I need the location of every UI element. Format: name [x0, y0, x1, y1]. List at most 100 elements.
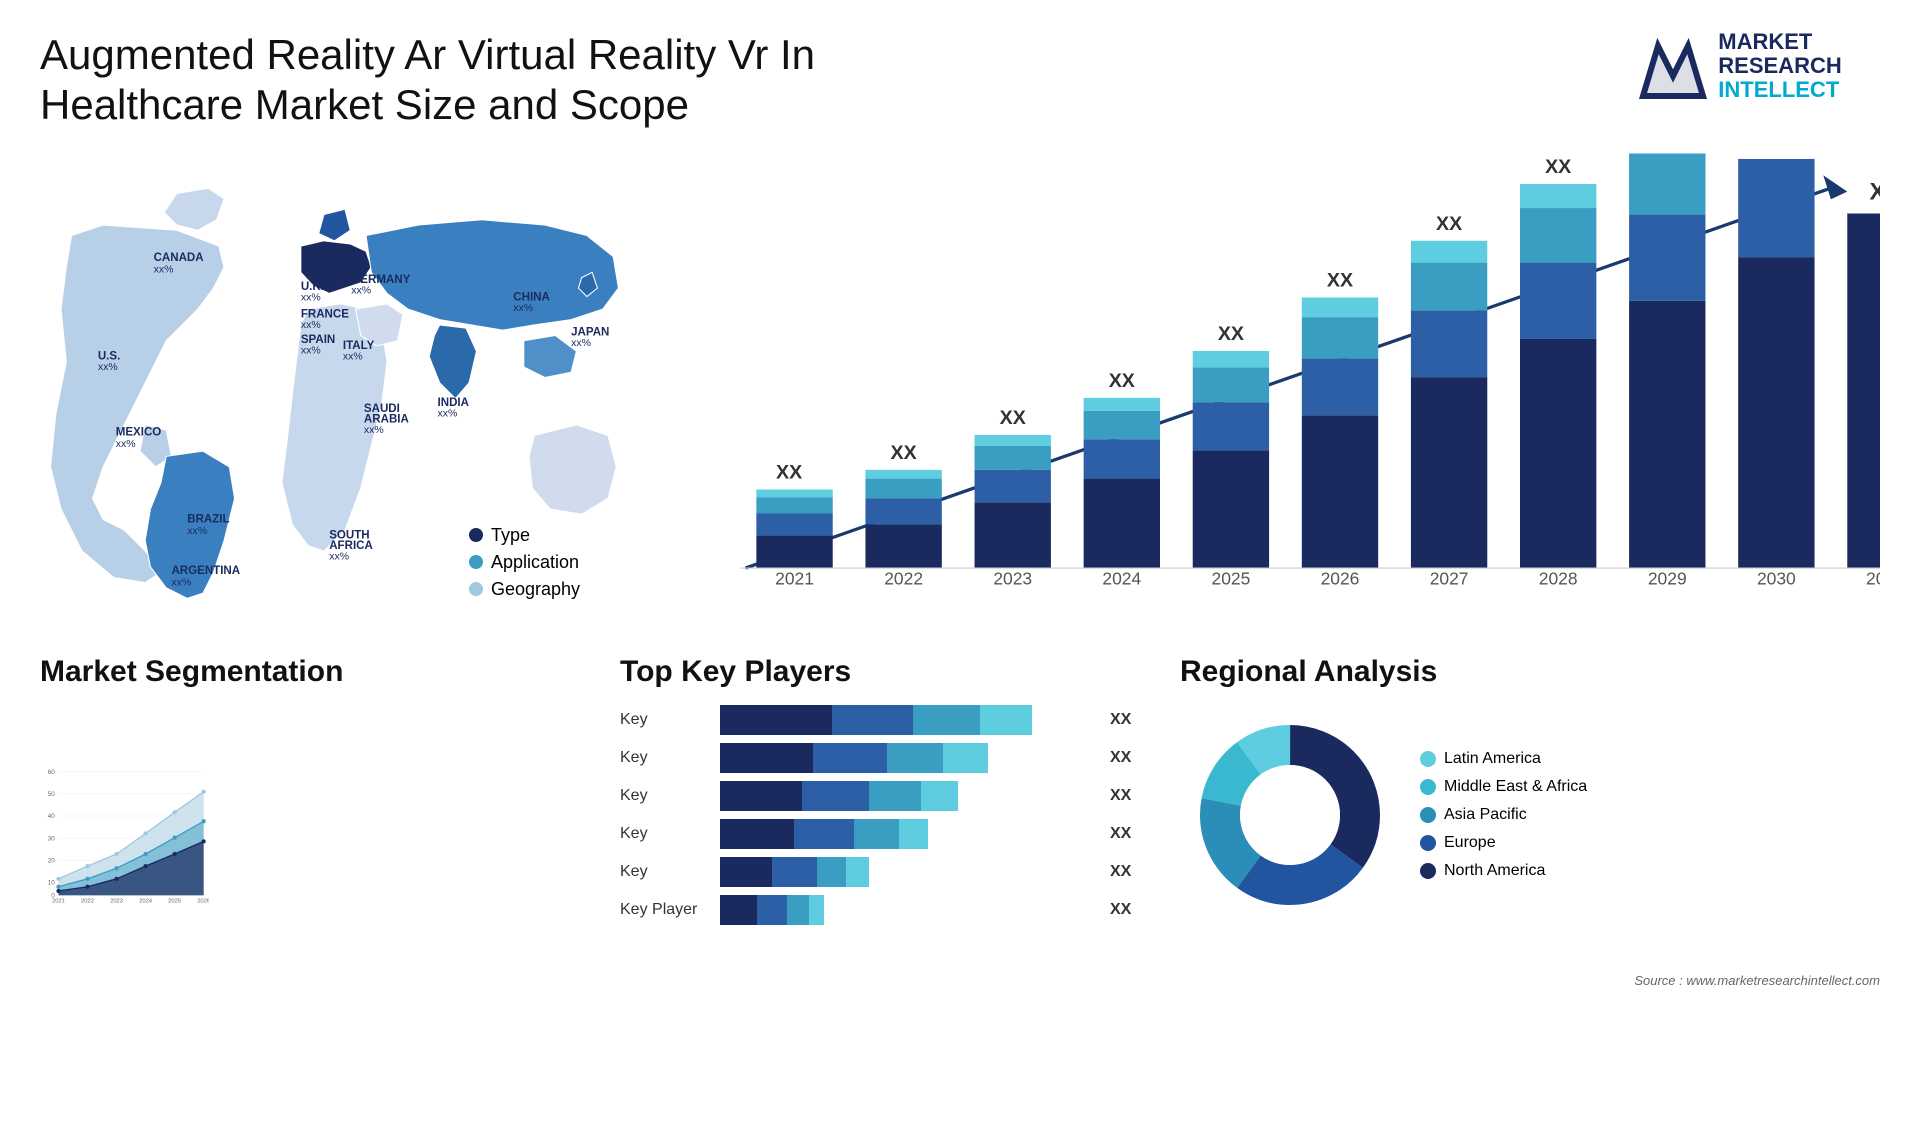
svg-text:20: 20: [48, 857, 56, 864]
map-val-italy: xx%: [343, 350, 363, 362]
map-label-argentina: ARGENTINA: [171, 565, 240, 577]
player-row-1: Key XX: [620, 705, 1140, 735]
map-val-uk: xx%: [301, 292, 321, 304]
svg-text:2026: 2026: [197, 898, 209, 904]
player-bar-2-seg1: [720, 743, 813, 773]
legend-north-america: North America: [1420, 862, 1587, 880]
player-value-5: XX: [1110, 863, 1140, 881]
player-bar-5-seg2: [772, 857, 817, 887]
source-text: Source : www.marketresearchintellect.com: [0, 965, 1920, 988]
player-bar-1-seg1: [720, 705, 832, 735]
svg-text:2022: 2022: [81, 898, 94, 904]
map-val-canada: xx%: [154, 263, 174, 275]
player-row-3: Key XX: [620, 781, 1140, 811]
map-val-safrica: xx%: [329, 550, 349, 562]
year-label-5: 2025: [1212, 568, 1251, 588]
player-bar-3-seg4: [921, 781, 958, 811]
dot-north-america: [1420, 863, 1436, 879]
legend-asia-pacific: Asia Pacific: [1420, 806, 1587, 824]
legend-latin-america: Latin America: [1420, 750, 1587, 768]
player-value-3: XX: [1110, 787, 1140, 805]
player-bar-3-seg3: [869, 781, 921, 811]
svg-text:50: 50: [48, 791, 56, 798]
main-content: CANADA xx% U.S. xx% MEXICO xx% BRAZIL xx…: [0, 141, 1920, 965]
legend-middle-east: Middle East & Africa: [1420, 778, 1587, 796]
map-val-china: xx%: [513, 302, 533, 314]
map-val-mexico: xx%: [116, 438, 136, 450]
label-europe: Europe: [1444, 834, 1496, 852]
player-value-1: XX: [1110, 711, 1140, 729]
player-value-4: XX: [1110, 825, 1140, 843]
segmentation-section: Market Segmentation 60 50 40 30 20 10 0: [40, 655, 600, 965]
player-bar-5-seg3: [817, 857, 847, 887]
svg-text:40: 40: [48, 813, 56, 820]
player-bar-4-seg3: [854, 819, 899, 849]
bar-label-11: XX: [1869, 178, 1880, 205]
player-bar-1-seg2: [832, 705, 914, 735]
player-row-4: Key XX: [620, 819, 1140, 849]
svg-text:2025: 2025: [168, 898, 181, 904]
map-val-france: xx%: [301, 319, 321, 331]
logo-box: MARKET RESEARCH INTELLECT: [1638, 30, 1841, 103]
player-bar-4-seg1: [720, 819, 794, 849]
year-label-8: 2028: [1539, 568, 1578, 588]
bar-label-6: XX: [1327, 269, 1353, 291]
seg-chart: 60 50 40 30 20 10 0: [40, 705, 209, 965]
label-middle-east: Middle East & Africa: [1444, 778, 1587, 796]
player-row-6: Key Player XX: [620, 895, 1140, 925]
map-val-india: xx%: [438, 407, 458, 419]
growth-chart: XX 2021 XX 2022 XX 2023 XX 2024: [680, 151, 1880, 625]
player-bar-2-seg3: [887, 743, 943, 773]
year-label-7: 2027: [1430, 568, 1469, 588]
bar-label-7: XX: [1436, 213, 1462, 235]
year-label-2: 2022: [884, 568, 923, 588]
segmentation-title: Market Segmentation: [40, 655, 580, 689]
dot-middle-east: [1420, 779, 1436, 795]
bar-label-3: XX: [1000, 407, 1026, 429]
dot-asia-pacific: [1420, 807, 1436, 823]
map-label-mexico: MEXICO: [116, 426, 162, 438]
world-map: CANADA xx% U.S. xx% MEXICO xx% BRAZIL xx…: [40, 151, 650, 625]
svg-text:10: 10: [48, 879, 56, 886]
svg-text:2023: 2023: [110, 898, 123, 904]
player-bar-6-seg1: [720, 895, 757, 925]
svg-text:2021: 2021: [52, 898, 65, 904]
seg-wrapper: 60 50 40 30 20 10 0: [40, 705, 580, 965]
map-val-us: xx%: [98, 361, 118, 373]
map-label-brazil: BRAZIL: [187, 513, 229, 525]
key-players-section: Top Key Players Key XX Key: [600, 655, 1160, 965]
year-label-9: 2029: [1648, 568, 1687, 588]
donut-legend-row: Latin America Middle East & Africa Asia …: [1180, 705, 1880, 925]
regional-title: Regional Analysis: [1180, 655, 1880, 689]
svg-text:60: 60: [48, 769, 56, 776]
player-bar-2-seg4: [943, 743, 988, 773]
player-bar-1-seg3: [913, 705, 980, 735]
player-row-5: Key XX: [620, 857, 1140, 887]
bar-chart-section: XX 2021 XX 2022 XX 2023 XX 2024: [660, 141, 1880, 645]
player-bar-1-seg4: [980, 705, 1032, 735]
year-label-10: 2030: [1757, 568, 1796, 588]
year-label-6: 2026: [1321, 568, 1360, 588]
label-north-america: North America: [1444, 862, 1545, 880]
donut-chart: [1180, 705, 1400, 925]
player-bar-1: [720, 705, 1092, 735]
bar-label-1: XX: [776, 461, 802, 483]
bar-label-4: XX: [1109, 370, 1135, 392]
player-label-3: Key: [620, 787, 710, 805]
player-label-2: Key: [620, 749, 710, 767]
page-title: Augmented Reality Ar Virtual Reality Vr …: [40, 30, 940, 131]
player-bar-5-seg4: [846, 857, 868, 887]
player-bar-6-seg2: [757, 895, 787, 925]
player-bar-2-seg2: [813, 743, 887, 773]
player-bar-6-seg3: [787, 895, 809, 925]
key-players-title: Top Key Players: [620, 655, 1140, 689]
player-bar-3-seg2: [802, 781, 869, 811]
brand-logo-icon: [1638, 31, 1708, 101]
dot-europe: [1420, 835, 1436, 851]
label-latin-america: Latin America: [1444, 750, 1541, 768]
map-val-japan: xx%: [571, 337, 591, 349]
year-label-3: 2023: [993, 568, 1032, 588]
map-val-brazil: xx%: [187, 525, 207, 537]
player-label-5: Key: [620, 863, 710, 881]
map-val-argentina: xx%: [171, 577, 191, 589]
